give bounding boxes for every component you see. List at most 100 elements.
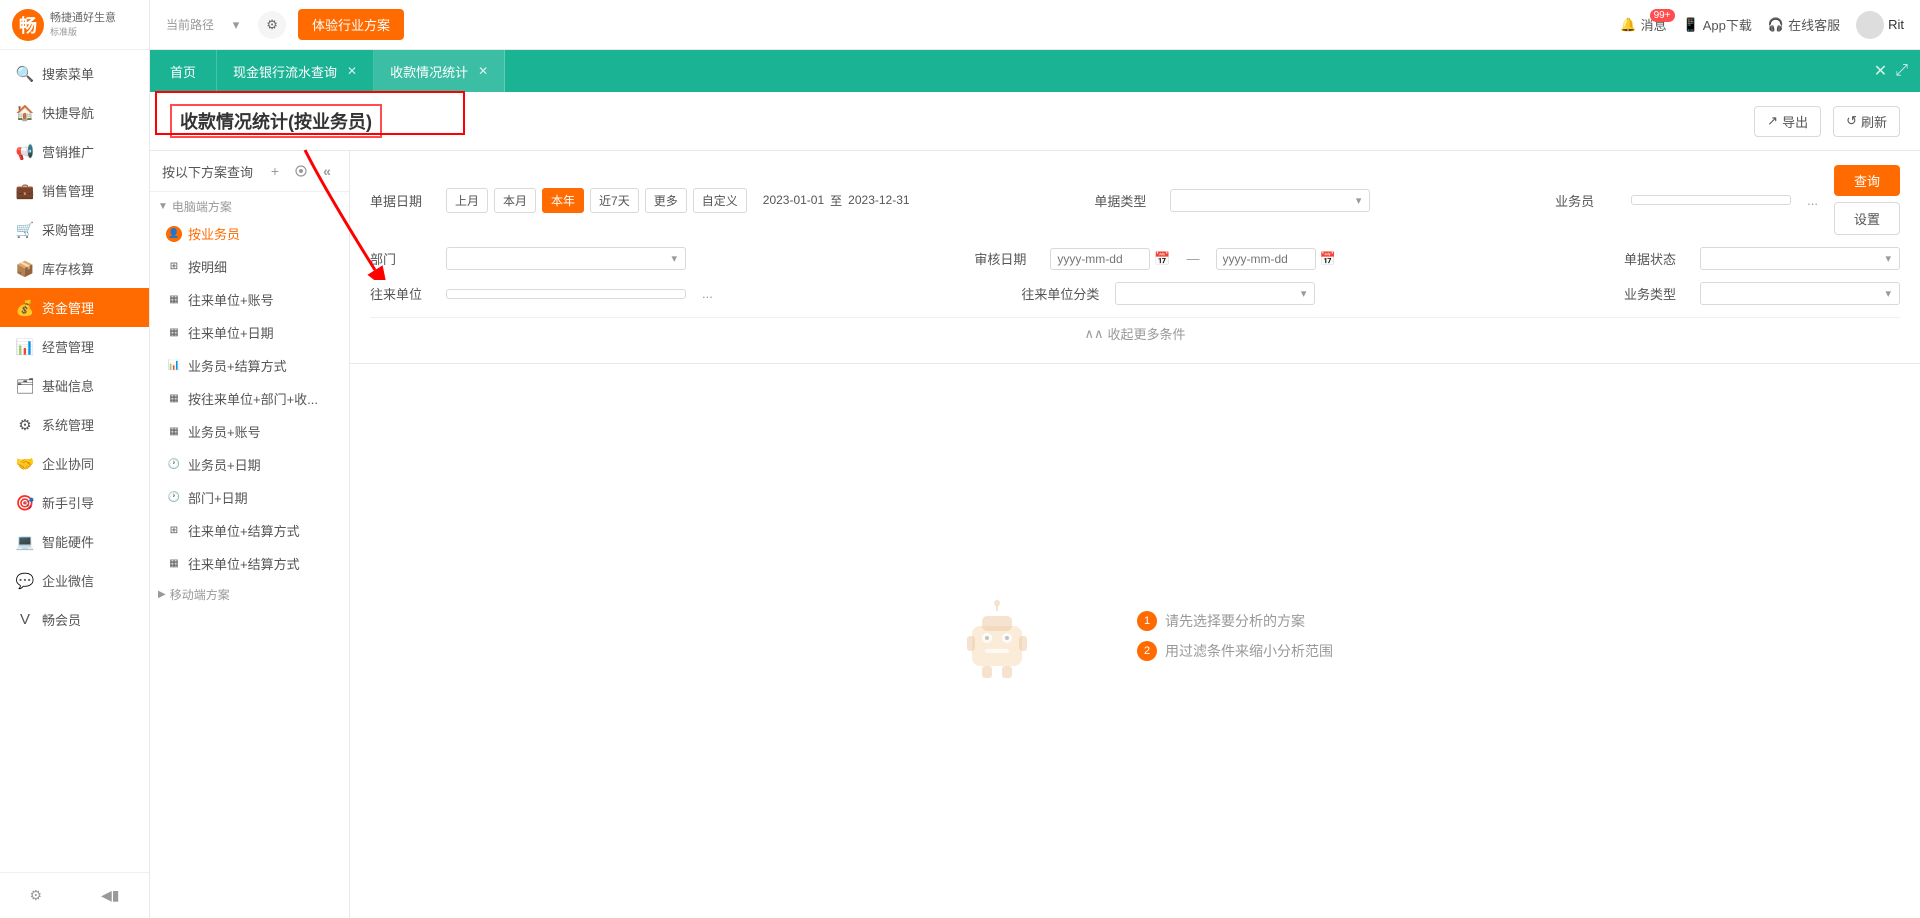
tree-item-dept-date[interactable]: 🕐 部门+日期 (150, 481, 349, 514)
tree-item-label: 业务员+账号 (188, 422, 261, 441)
breadcrumb-dropdown[interactable]: ▾ (226, 15, 246, 35)
sidebar-item-member[interactable]: V 畅会员 (0, 600, 149, 639)
sidebar-logo: 畅 畅捷通好生意 标准版 (0, 0, 149, 50)
collapse-more-btn[interactable]: ∧∧ 收起更多条件 (370, 317, 1900, 349)
logo-text: 畅捷通好生意 (50, 11, 116, 25)
tab-home[interactable]: 首页 (150, 50, 217, 92)
app-download-btn[interactable]: 📱 App下载 (1683, 15, 1752, 34)
counterpart-category-label: 往来单位分类 (1021, 284, 1099, 303)
sidebar-item-label: 搜索菜单 (42, 64, 94, 83)
section-arrow-mobile: ▶ (158, 589, 166, 600)
tab-close-all-btn[interactable]: ✕ (1874, 61, 1887, 81)
tree-item-unit-settle1[interactable]: ⊞ 往来单位+结算方式 (150, 514, 349, 547)
calendar-icon-end[interactable]: 📅 (1320, 251, 1336, 267)
salesperson-select[interactable] (1631, 195, 1791, 205)
sidebar-item-inventory[interactable]: 📦 库存核算 (0, 249, 149, 288)
date-btn-custom[interactable]: 自定义 (693, 188, 747, 213)
sidebar-item-corp[interactable]: 🤝 企业协同 (0, 444, 149, 483)
tab-bank[interactable]: 现金银行流水查询 ✕ (217, 50, 374, 92)
setting-btn[interactable]: 设置 (1834, 202, 1900, 235)
tree-item-unit-account[interactable]: ▦ 往来单位+账号 (150, 283, 349, 316)
tree-item-sales-settle[interactable]: 📊 业务员+结算方式 (150, 349, 349, 382)
calendar-icon-start[interactable]: 📅 (1154, 251, 1170, 267)
dept-select[interactable]: ▾ (446, 247, 686, 270)
sidebar-nav: 🔍 搜索菜单 🏠 快捷导航 📢 营销推广 💼 销售管理 🛒 采购管理 📦 库存核… (0, 50, 149, 872)
sidebar-item-guide[interactable]: 🎯 新手引导 (0, 483, 149, 522)
doc-status-arrow: ▾ (1885, 252, 1891, 265)
right-panel: 单据日期 上月 本月 本年 近7天 更多 自定义 2023-01-01 至 (350, 151, 1920, 918)
salesperson-more-btn[interactable]: ... (1807, 193, 1818, 208)
tree-item-sales-account[interactable]: ▦ 业务员+账号 (150, 415, 349, 448)
user-area[interactable]: Rit (1856, 11, 1904, 39)
tab-receipts-close[interactable]: ✕ (478, 64, 488, 78)
sidebar-item-label: 企业微信 (42, 571, 94, 590)
chart-icon: 📊 (16, 338, 34, 356)
counterpart-more-btn[interactable]: ... (702, 286, 713, 301)
money-icon: 💰 (16, 299, 34, 317)
tree-item-label: 往来单位+日期 (188, 323, 274, 342)
tree-item-label: 部门+日期 (188, 488, 248, 507)
topbar-settings-btn[interactable]: ⚙ (258, 11, 286, 39)
sidebar-item-basic[interactable]: 🗂 基础信息 (0, 366, 149, 405)
tab-home-label: 首页 (170, 62, 196, 81)
sidebar-item-sales[interactable]: 💼 销售管理 (0, 171, 149, 210)
tree-item-label: 业务员+结算方式 (188, 356, 287, 375)
tab-receipts[interactable]: 收款情况统计 ✕ (374, 50, 505, 92)
counterpart-category-select[interactable]: ▾ (1115, 282, 1315, 305)
doc-type-select[interactable]: ▾ (1170, 189, 1370, 212)
tab-receipts-label: 收款情况统计 (390, 62, 468, 81)
content-body: 按以下方案查询 + « ▼ 电脑端方案 👤 (150, 151, 1920, 918)
date-btn-this-year[interactable]: 本年 (542, 188, 584, 213)
collapse-panel-btn[interactable]: « (317, 161, 337, 181)
date-btn-7days[interactable]: 近7天 (590, 188, 639, 213)
tree-item-sales-date[interactable]: 🕐 业务员+日期 (150, 448, 349, 481)
message-badge: 99+ (1650, 9, 1675, 22)
sidebar-item-marketing[interactable]: 📢 营销推广 (0, 132, 149, 171)
audit-date-label: 审核日期 (974, 249, 1034, 268)
counterpart-select[interactable] (446, 289, 686, 299)
sidebar-item-system[interactable]: ⚙ 系统管理 (0, 405, 149, 444)
sidebar-item-search[interactable]: 🔍 搜索菜单 (0, 54, 149, 93)
sidebar-item-finance[interactable]: 💰 资金管理 (0, 288, 149, 327)
unit-settle1-icon: ⊞ (166, 523, 182, 539)
export-btn[interactable]: ↗ 导出 (1754, 106, 1821, 137)
tree-item-unit-dept[interactable]: ▦ 按往来单位+部门+收... (150, 382, 349, 415)
refresh-btn[interactable]: ↺ 刷新 (1833, 106, 1900, 137)
section-label: 电脑端方案 (172, 198, 232, 215)
left-panel: 按以下方案查询 + « ▼ 电脑端方案 👤 (150, 151, 350, 918)
tip-text-2: 用过滤条件来缩小分析范围 (1165, 641, 1333, 661)
salesperson-icon: 👤 (166, 226, 182, 242)
tree-item-salesperson[interactable]: 👤 按业务员 (150, 217, 349, 250)
tab-bank-close[interactable]: ✕ (347, 64, 357, 78)
tab-expand-btn[interactable]: ⤢ (1895, 62, 1908, 80)
sidebar-item-hardware[interactable]: 💻 智能硬件 (0, 522, 149, 561)
tree-item-unit-date[interactable]: ▦ 往来单位+日期 (150, 316, 349, 349)
scheme-settings-btn[interactable] (291, 161, 311, 181)
add-scheme-btn[interactable]: + (265, 161, 285, 181)
doc-status-select[interactable]: ▾ (1700, 247, 1900, 270)
settings-icon: ⚙ (16, 416, 34, 434)
main-area: 当前路径 ▾ ⚙ 体验行业方案 🔔 消息 99+ 📱 App下载 🎧 在线客服 … (150, 0, 1920, 918)
trial-btn[interactable]: 体验行业方案 (298, 9, 404, 40)
date-btn-more[interactable]: 更多 (645, 188, 687, 213)
sidebar-settings-btn[interactable]: ⚙ (23, 881, 48, 910)
sidebar-item-quicknav[interactable]: 🏠 快捷导航 (0, 93, 149, 132)
messages-btn[interactable]: 🔔 消息 99+ (1620, 15, 1666, 34)
tree-item-label: 按业务员 (188, 224, 240, 243)
date-btn-this-month[interactable]: 本月 (494, 188, 536, 213)
audit-date-start[interactable] (1050, 248, 1150, 270)
sidebar-item-purchase[interactable]: 🛒 采购管理 (0, 210, 149, 249)
sidebar-item-operations[interactable]: 📊 经营管理 (0, 327, 149, 366)
sidebar-collapse-btn[interactable]: ◀▮ (95, 881, 125, 910)
query-btn[interactable]: 查询 (1834, 165, 1900, 196)
biz-type-select[interactable]: ▾ (1700, 282, 1900, 305)
audit-date-end[interactable] (1216, 248, 1316, 270)
date-btn-last-month[interactable]: 上月 (446, 188, 488, 213)
tree-item-detail[interactable]: ⊞ 按明细 (150, 250, 349, 283)
export-icon: ↗ (1767, 113, 1778, 129)
left-panel-header: 按以下方案查询 + « (150, 151, 349, 192)
tree-item-unit-settle2[interactable]: ▦ 往来单位+结算方式 (150, 547, 349, 580)
username: Rit (1888, 17, 1904, 32)
online-service-btn[interactable]: 🎧 在线客服 (1768, 15, 1840, 34)
sidebar-item-wechat[interactable]: 💬 企业微信 (0, 561, 149, 600)
